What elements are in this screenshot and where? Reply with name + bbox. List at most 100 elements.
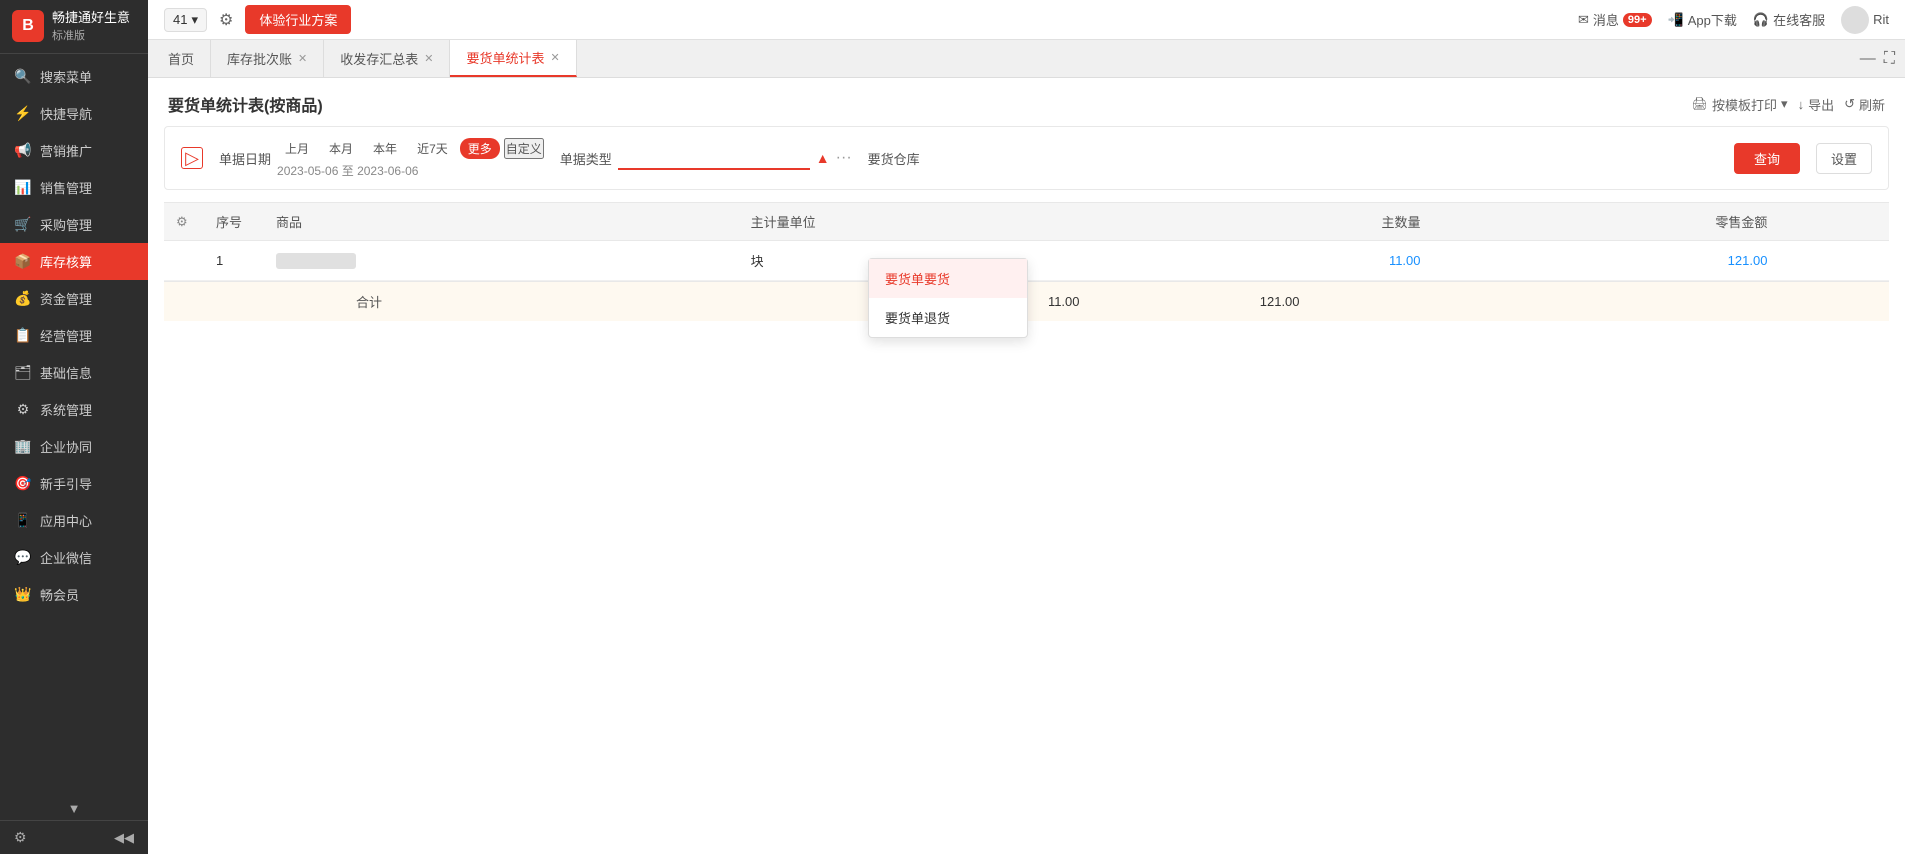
dropdown-item-order-goods[interactable]: 要货单要货 [869,259,1027,298]
filter-expand-button[interactable]: ▷ [181,147,203,169]
system-icon: ⚙ [14,401,32,418]
filter-bar: ▷ 单据日期 上月 本月 本年 近7天 更多 自定义 2023-05-06 至 … [164,126,1889,190]
sidebar-item-search[interactable]: 🔍 搜索菜单 [0,58,148,95]
page-header: 要货单统计表(按商品) 🖨 按模板打印 ▾ ↓ 导出 ↺ 刷新 [148,78,1905,126]
online-service-button[interactable]: 🎧 在线客服 [1753,10,1825,29]
tab-close-inventory-batch[interactable]: ✕ [298,52,307,65]
print-dropdown-icon: ▾ [1781,96,1788,112]
header-gear-icon[interactable]: ⚙ [219,10,233,30]
tab-expand-icon[interactable]: ⛶ [1884,50,1895,68]
total-label: 合计 [356,292,382,311]
sidebar-scroll-down[interactable]: ▼ [0,797,148,820]
sidebar-item-wechat[interactable]: 💬 企业微信 [0,539,148,576]
col-unit: 主计量单位 [739,203,1145,241]
sidebar-item-sales[interactable]: 📊 销售管理 [0,169,148,206]
dropdown-item-order-return[interactable]: 要货单退货 [869,298,1027,337]
tab-order-stats[interactable]: 要货单统计表 ✕ [450,40,576,77]
avatar [1841,6,1869,34]
sidebar-item-operations[interactable]: 📋 经营管理 [0,317,148,354]
total-amount: 121.00 [1180,294,1300,309]
tab-inventory-batch[interactable]: 库存批次账 ✕ [211,40,324,77]
sales-icon: 📊 [14,179,32,196]
user-name: Rit [1873,12,1889,27]
export-button[interactable]: ↓ 导出 [1798,95,1835,114]
tab-receivable-summary[interactable]: 收发存汇总表 ✕ [324,40,450,77]
sidebar-item-members[interactable]: 👑 畅会员 [0,576,148,613]
row-amount-cell[interactable]: 121.00 [1433,241,1780,281]
trial-button[interactable]: 体验行业方案 [245,5,351,34]
type-input[interactable] [618,147,810,170]
type-dropdown-icon[interactable]: ▲ [816,150,830,166]
type-more-icon[interactable]: ··· [836,149,852,167]
inventory-icon: 📦 [14,253,32,270]
tab-close-receivable-summary[interactable]: ✕ [424,52,433,65]
row-product-cell [264,241,739,281]
store-dropdown-icon: ▾ [191,12,198,28]
sidebar-item-finance[interactable]: 💰 资金管理 [0,280,148,317]
guide-icon: 🎯 [14,475,32,492]
sidebar-item-inventory[interactable]: 📦 库存核算 [0,243,148,280]
date-btn-custom[interactable]: 自定义 [504,138,544,159]
type-dropdown: 要货单要货 要货单退货 [868,258,1028,338]
row-extra-cell [1779,241,1889,281]
print-template-button[interactable]: 🖨 按模板打印 ▾ [1692,95,1788,114]
date-btn-last-month[interactable]: 上月 [277,137,317,160]
quick-nav-icon: ⚡ [14,105,32,122]
enterprise-icon: 🏢 [14,438,32,455]
table-settings-icon[interactable]: ⚙ [176,214,188,229]
sidebar-item-enterprise[interactable]: 🏢 企业协同 [0,428,148,465]
user-avatar-button[interactable]: Rit [1841,6,1889,34]
refresh-button[interactable]: ↺ 刷新 [1844,95,1885,114]
store-selector[interactable]: 41 ▾ [164,8,207,32]
table-head: ⚙ 序号 商品 主计量单位 主数量 零售金额 [164,203,1889,241]
sidebar-nav: 🔍 搜索菜单 ⚡ 快捷导航 📢 营销推广 📊 销售管理 🛒 采购管理 📦 库存核… [0,54,148,797]
product-name-blurred [276,253,356,269]
sidebar-item-quick-nav[interactable]: ⚡ 快捷导航 [0,95,148,132]
app-download-icon: 📲 [1668,12,1684,28]
tab-bar: 首页 库存批次账 ✕ 收发存汇总表 ✕ 要货单统计表 ✕ — ⛶ [148,40,1905,78]
tab-close-order-stats[interactable]: ✕ [551,51,560,64]
messages-button[interactable]: ✉ 消息 99+ [1578,10,1652,29]
app-download-button[interactable]: 📲 App下载 [1668,10,1737,29]
tab-minimize-icon[interactable]: — [1860,50,1876,68]
page-actions: 🖨 按模板打印 ▾ ↓ 导出 ↺ 刷新 [1692,95,1886,114]
top-header: 41 ▾ ⚙ 体验行业方案 ✉ 消息 99+ 📲 App下载 🎧 在线客服 R [148,0,1905,40]
print-icon: 🖨 [1692,96,1709,112]
sidebar-item-basic-info[interactable]: 🗂 基础信息 [0,354,148,391]
date-btn-more[interactable]: 更多 [460,138,500,159]
search-icon: 🔍 [14,68,32,85]
main-content: 41 ▾ ⚙ 体验行业方案 ✉ 消息 99+ 📲 App下载 🎧 在线客服 R [148,0,1905,854]
col-extra [1779,203,1889,241]
page-content: 要货单统计表(按商品) 🖨 按模板打印 ▾ ↓ 导出 ↺ 刷新 ▷ [148,78,1905,854]
logo-name: 畅捷通好生意 [52,10,130,27]
marketing-icon: 📢 [14,142,32,159]
sidebar-item-guide[interactable]: 🎯 新手引导 [0,465,148,502]
service-icon: 🎧 [1753,12,1769,28]
date-btn-last-7-days[interactable]: 近7天 [409,137,456,160]
settings-footer-icon[interactable]: ⚙ [14,829,27,846]
finance-icon: 💰 [14,290,32,307]
date-btn-this-year[interactable]: 本年 [365,137,405,160]
collapse-sidebar-button[interactable]: ◀◀ [114,830,134,846]
members-icon: 👑 [14,586,32,603]
date-btn-this-month[interactable]: 本月 [321,137,361,160]
logo-sub: 标准版 [52,27,130,43]
tab-home[interactable]: 首页 [148,40,211,77]
set-button[interactable]: 设置 [1816,143,1872,174]
refresh-icon: ↺ [1844,96,1855,112]
filter-type-group: 单据类型 ▲ ··· [560,147,852,170]
row-quantity-cell[interactable]: 11.00 [1145,241,1433,281]
sidebar-item-purchase[interactable]: 🛒 采购管理 [0,206,148,243]
sidebar-footer: ⚙ ◀◀ [0,820,148,854]
query-button[interactable]: 查询 [1734,143,1800,174]
date-label: 单据日期 [219,149,271,168]
row-settings-cell [164,241,204,281]
col-no: 序号 [204,203,264,241]
basic-info-icon: 🗂 [14,364,32,381]
wechat-icon: 💬 [14,549,32,566]
purchase-icon: 🛒 [14,216,32,233]
sidebar-item-app-center[interactable]: 📱 应用中心 [0,502,148,539]
sidebar-item-system[interactable]: ⚙ 系统管理 [0,391,148,428]
tab-actions: — ⛶ [1850,40,1905,77]
sidebar-item-marketing[interactable]: 📢 营销推广 [0,132,148,169]
